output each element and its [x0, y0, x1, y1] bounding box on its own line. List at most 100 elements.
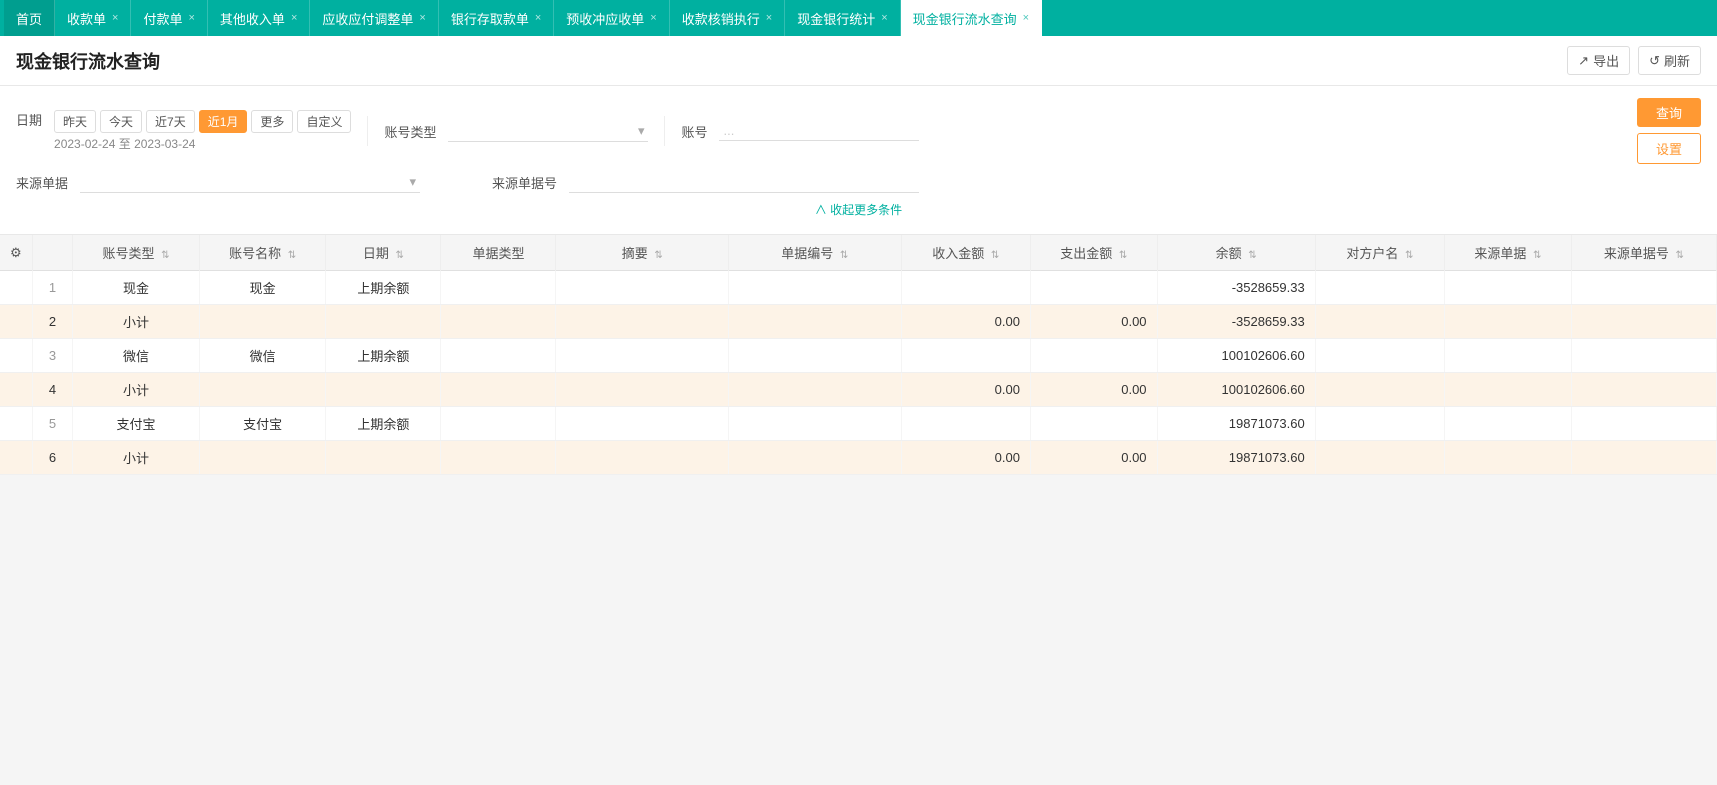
- source-bill-no-input[interactable]: [569, 173, 919, 193]
- source-bill-select[interactable]: ▾: [80, 172, 420, 193]
- cell-gear: [0, 441, 32, 475]
- nav-tab-cashflow[interactable]: 现金银行流水查询 ×: [901, 0, 1042, 36]
- table-row[interactable]: 1现金现金上期余额-3528659.33: [0, 271, 1717, 305]
- nav-tab-prepay-label: 预收冲应收单: [566, 9, 644, 28]
- table-row[interactable]: 3微信微信上期余额100102606.60: [0, 339, 1717, 373]
- nav-tab-other-income-label: 其他收入单: [220, 9, 285, 28]
- account-label: 账号: [681, 122, 707, 141]
- nav-tab-receipt[interactable]: 收款单 ×: [55, 0, 131, 36]
- cell-summary: [556, 305, 729, 339]
- filter-row-2: 来源单据 ▾ 来源单据号: [16, 172, 1701, 193]
- close-icon[interactable]: ×: [188, 12, 194, 24]
- sort-icon: ⇅: [654, 250, 662, 261]
- close-icon[interactable]: ×: [535, 12, 541, 24]
- close-icon[interactable]: ×: [419, 12, 425, 24]
- nav-tab-receipt-label: 收款单: [67, 9, 106, 28]
- account-input[interactable]: ...: [719, 121, 919, 141]
- date-label: 日期: [16, 110, 42, 129]
- cell-billtype: [441, 271, 556, 305]
- cell-srcbillno: [1571, 271, 1716, 305]
- cell-srcbill: [1445, 339, 1572, 373]
- date-btn-custom[interactable]: 自定义: [297, 110, 351, 133]
- collapse-bar[interactable]: ∧ 收起更多条件: [16, 197, 1701, 222]
- cell-no: 2: [32, 305, 73, 339]
- cell-billtype: [441, 441, 556, 475]
- table-row[interactable]: 2小计0.000.00-3528659.33: [0, 305, 1717, 339]
- close-icon[interactable]: ×: [881, 12, 887, 24]
- cell-counterpart: [1315, 407, 1444, 441]
- th-billno[interactable]: 单据编号 ⇅: [729, 235, 902, 271]
- th-gear[interactable]: ⚙: [0, 235, 32, 271]
- nav-tab-adjustment[interactable]: 应收应付调整单 ×: [310, 0, 438, 36]
- cell-gear: [0, 407, 32, 441]
- cell-date: 上期余额: [326, 271, 441, 305]
- th-expense[interactable]: 支出金额 ⇅: [1030, 235, 1157, 271]
- close-icon[interactable]: ×: [112, 12, 118, 24]
- date-btn-7days[interactable]: 近7天: [146, 110, 195, 133]
- nav-tab-verify[interactable]: 收款核销执行 ×: [670, 0, 785, 36]
- cell-summary: [556, 407, 729, 441]
- nav-tab-adjustment-label: 应收应付调整单: [322, 9, 413, 28]
- cell-billno: [729, 441, 902, 475]
- settings-button[interactable]: 设置: [1637, 133, 1701, 164]
- cell-income: [901, 339, 1030, 373]
- close-icon[interactable]: ×: [650, 12, 656, 24]
- cell-income: [901, 407, 1030, 441]
- cell-srcbillno: [1571, 407, 1716, 441]
- cell-billtype: [441, 373, 556, 407]
- cell-gear: [0, 339, 32, 373]
- cell-accounttype: 微信: [73, 339, 200, 373]
- nav-tab-home[interactable]: 首页: [4, 0, 55, 36]
- cell-counterpart: [1315, 305, 1444, 339]
- th-summary[interactable]: 摘要 ⇅: [556, 235, 729, 271]
- cell-no: 5: [32, 407, 73, 441]
- divider-1: [367, 116, 368, 146]
- date-btn-yesterday[interactable]: 昨天: [54, 110, 96, 133]
- cell-accounttype: 小计: [73, 305, 200, 339]
- th-billtype: 单据类型: [441, 235, 556, 271]
- cell-income: 0.00: [901, 373, 1030, 407]
- cell-income: 0.00: [901, 305, 1030, 339]
- nav-tab-payment[interactable]: 付款单 ×: [131, 0, 207, 36]
- date-btn-1month[interactable]: 近1月: [199, 110, 248, 133]
- account-type-select[interactable]: ▾: [448, 121, 648, 142]
- table-row[interactable]: 6小计0.000.0019871073.60: [0, 441, 1717, 475]
- th-balance[interactable]: 余额 ⇅: [1157, 235, 1315, 271]
- cell-srcbill: [1445, 373, 1572, 407]
- chevron-down-icon: ▾: [638, 123, 645, 139]
- th-srcbill[interactable]: 来源单据 ⇅: [1445, 235, 1572, 271]
- query-button[interactable]: 查询: [1637, 98, 1701, 127]
- cell-srcbillno: [1571, 339, 1716, 373]
- cell-srcbillno: [1571, 373, 1716, 407]
- date-filter-group: 日期 昨天 今天 近7天 近1月 更多 自定义 2023-02-24 至 202…: [16, 110, 351, 152]
- close-icon[interactable]: ×: [291, 12, 297, 24]
- th-accountname[interactable]: 账号名称 ⇅: [199, 235, 326, 271]
- th-date[interactable]: 日期 ⇅: [326, 235, 441, 271]
- nav-tab-stats[interactable]: 现金银行统计 ×: [785, 0, 900, 36]
- cell-counterpart: [1315, 271, 1444, 305]
- cell-accountname: 支付宝: [199, 407, 326, 441]
- close-icon[interactable]: ×: [1023, 12, 1029, 24]
- date-btn-more[interactable]: 更多: [251, 110, 293, 133]
- th-accounttype[interactable]: 账号类型 ⇅: [73, 235, 200, 271]
- th-income[interactable]: 收入金额 ⇅: [901, 235, 1030, 271]
- table-row[interactable]: 5支付宝支付宝上期余额19871073.60: [0, 407, 1717, 441]
- date-btn-today[interactable]: 今天: [100, 110, 142, 133]
- cell-balance: 19871073.60: [1157, 407, 1315, 441]
- cell-counterpart: [1315, 373, 1444, 407]
- cell-billno: [729, 305, 902, 339]
- table-row[interactable]: 4小计0.000.00100102606.60: [0, 373, 1717, 407]
- date-buttons: 昨天 今天 近7天 近1月 更多 自定义: [54, 110, 351, 133]
- th-counterpart[interactable]: 对方户名 ⇅: [1315, 235, 1444, 271]
- close-icon[interactable]: ×: [766, 12, 772, 24]
- table-body: 1现金现金上期余额-3528659.332小计0.000.00-3528659.…: [0, 271, 1717, 475]
- cell-expense: 0.00: [1030, 305, 1157, 339]
- nav-tab-prepay[interactable]: 预收冲应收单 ×: [554, 0, 669, 36]
- th-srcbillno[interactable]: 来源单据号 ⇅: [1571, 235, 1716, 271]
- cell-accounttype: 小计: [73, 441, 200, 475]
- cell-income: 0.00: [901, 441, 1030, 475]
- nav-tab-bank-deposit[interactable]: 银行存取款单 ×: [439, 0, 554, 36]
- refresh-button[interactable]: ↺ 刷新: [1638, 46, 1701, 75]
- nav-tab-other-income[interactable]: 其他收入单 ×: [208, 0, 310, 36]
- export-button[interactable]: ↗ 导出: [1567, 46, 1630, 75]
